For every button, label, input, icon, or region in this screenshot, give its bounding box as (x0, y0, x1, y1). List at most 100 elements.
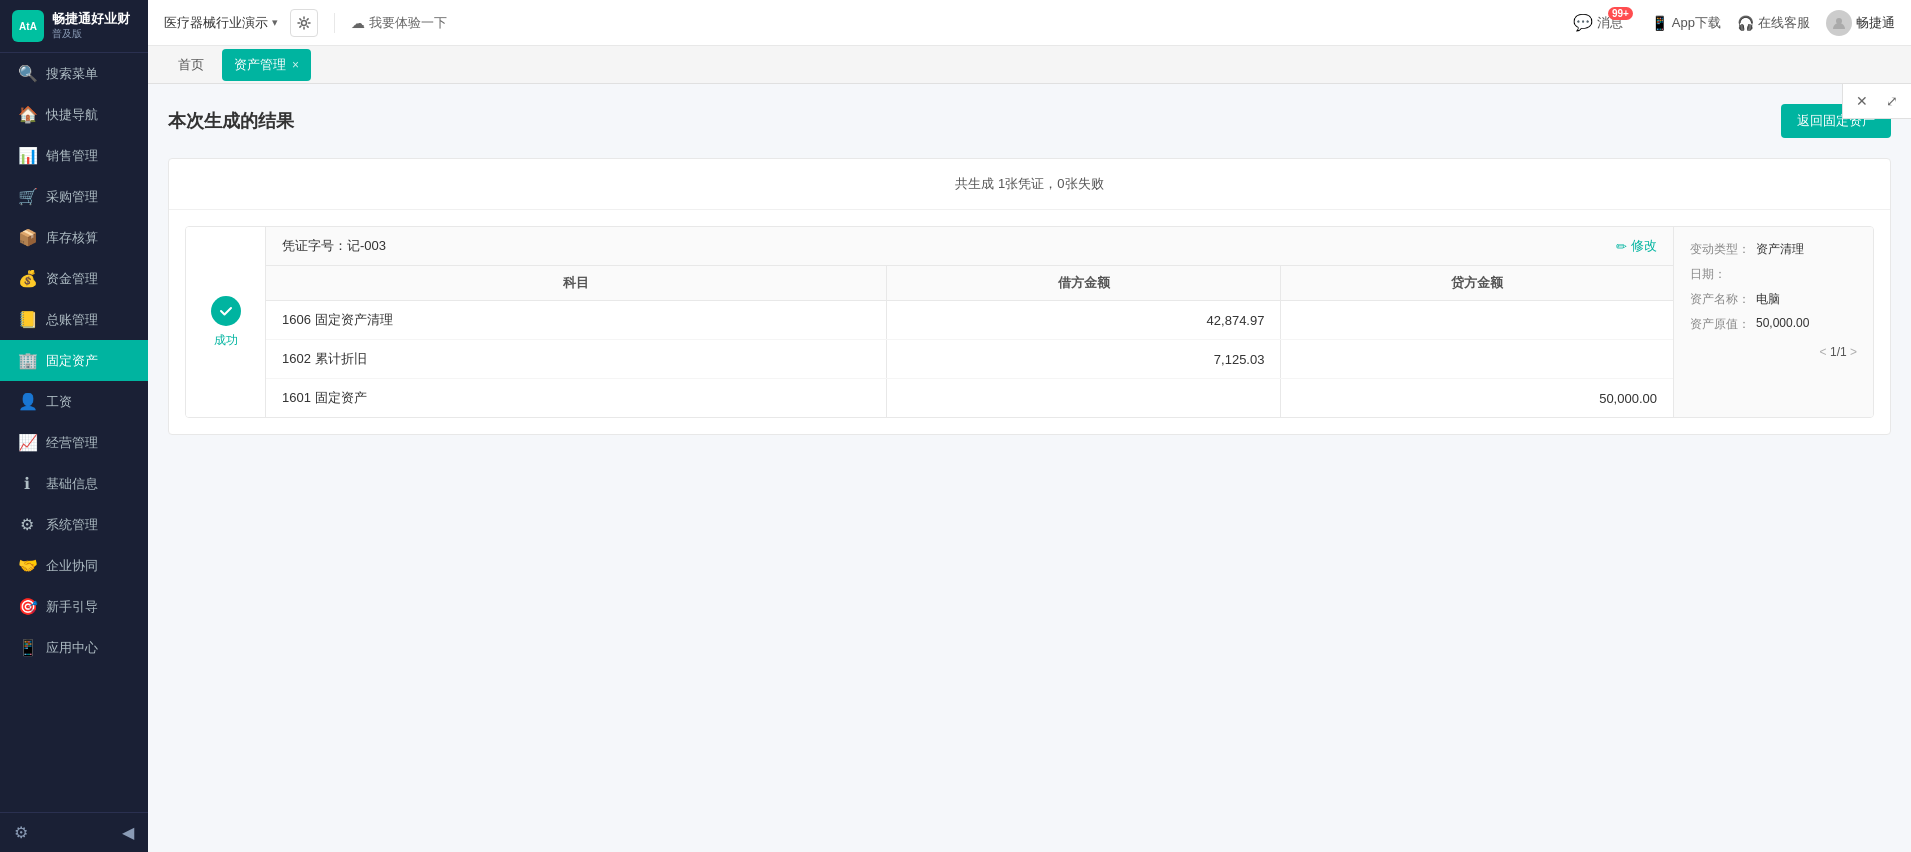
asset-name-label: 资产名称： (1690, 291, 1750, 308)
messages-button[interactable]: 💬 消息 99+ (1573, 13, 1623, 32)
system-icon: ⚙ (18, 515, 36, 534)
gear-icon (297, 16, 311, 30)
voucher-side-panel: 变动类型： 资产清理 日期： 资产名称： 电脑 资产原值： 50,000.00 (1673, 227, 1873, 417)
expand-panel-button[interactable]: ⤢ (1879, 88, 1905, 114)
sidebar-item-fixed-assets[interactable]: 🏢 固定资产 (0, 340, 148, 381)
sidebar-item-operations[interactable]: 📈 经营管理 (0, 422, 148, 463)
sidebar-label-ledger: 总账管理 (46, 311, 98, 329)
experience-button[interactable]: ☁ 我要体验一下 (351, 14, 447, 32)
change-type-value: 资产清理 (1756, 241, 1804, 258)
user-menu[interactable]: 畅捷通 (1826, 10, 1895, 36)
payroll-icon: 👤 (18, 392, 36, 411)
sidebar-item-quick-nav[interactable]: 🏠 快捷导航 (0, 94, 148, 135)
app-logo: AtA (12, 10, 44, 42)
base-info-icon: ℹ (18, 474, 36, 493)
user-name: 畅捷通 (1856, 14, 1895, 32)
apps-icon: 📱 (18, 638, 36, 657)
debit-2: 7,125.03 (887, 340, 1281, 379)
company-selector[interactable]: 医疗器械行业演示 ▾ (164, 14, 278, 32)
sidebar-label-fixed-assets: 固定资产 (46, 352, 98, 370)
sidebar-label-search: 搜索菜单 (46, 65, 98, 83)
app-download-icon: 📱 (1651, 15, 1668, 31)
change-type-label: 变动类型： (1690, 241, 1750, 258)
sidebar-footer: ⚙ ◀ (0, 812, 148, 852)
svg-point-0 (302, 20, 307, 25)
guide-icon: 🎯 (18, 597, 36, 616)
online-support-button[interactable]: 🎧 在线客服 (1737, 14, 1810, 32)
operations-icon: 📈 (18, 433, 36, 452)
sidebar-item-finance[interactable]: 💰 资金管理 (0, 258, 148, 299)
experience-label: 我要体验一下 (369, 14, 447, 32)
sidebar-label-system: 系统管理 (46, 516, 98, 534)
asset-value-value: 50,000.00 (1756, 316, 1809, 333)
sidebar-item-search[interactable]: 🔍 搜索菜单 (0, 53, 148, 94)
sidebar-label-payroll: 工资 (46, 393, 72, 411)
app-download-button[interactable]: 📱 App下载 (1651, 14, 1721, 32)
tab-close-icon[interactable]: × (292, 58, 299, 72)
search-icon: 🔍 (18, 64, 36, 83)
voucher-edit-button[interactable]: ✏ 修改 (1616, 237, 1657, 255)
tab-home[interactable]: 首页 (164, 49, 218, 81)
sidebar: AtA 畅捷通好业财 普及版 🔍 搜索菜单 🏠 快捷导航 📊 销售管理 🛒 采购… (0, 0, 148, 852)
finance-icon: 💰 (18, 269, 36, 288)
side-pagination: < 1/1 > (1690, 345, 1857, 359)
settings-footer-icon[interactable]: ⚙ (14, 823, 28, 842)
change-type-row: 变动类型： 资产清理 (1690, 241, 1857, 258)
home-icon: 🏠 (18, 105, 36, 124)
sidebar-item-enterprise[interactable]: 🤝 企业协同 (0, 545, 148, 586)
avatar (1826, 10, 1852, 36)
edit-label: 修改 (1631, 237, 1657, 255)
sidebar-item-apps[interactable]: 📱 应用中心 (0, 627, 148, 668)
messages-badge: 99+ (1608, 7, 1633, 20)
topbar: 医疗器械行业演示 ▾ ☁ 我要体验一下 💬 消息 99+ 📱 App下载 (148, 0, 1911, 46)
app-download-label: App下载 (1672, 14, 1721, 32)
voucher-table: 科目 借方金额 贷方金额 1606 固定资产清理 42,874.97 (266, 266, 1673, 417)
debit-3 (887, 379, 1281, 418)
col-credit: 贷方金额 (1281, 266, 1673, 301)
page-header: 本次生成的结果 返回固定资产 (168, 104, 1891, 138)
next-page-icon[interactable]: > (1850, 345, 1857, 359)
experience-icon: ☁ (351, 15, 365, 31)
close-panel-button[interactable]: ✕ (1849, 88, 1875, 114)
table-row: 1606 固定资产清理 42,874.97 (266, 301, 1673, 340)
sidebar-header: AtA 畅捷通好业财 普及版 (0, 0, 148, 53)
col-debit: 借方金额 (887, 266, 1281, 301)
date-row: 日期： (1690, 266, 1857, 283)
ledger-icon: 📒 (18, 310, 36, 329)
company-dropdown-icon: ▾ (272, 16, 278, 29)
sidebar-item-base-info[interactable]: ℹ 基础信息 (0, 463, 148, 504)
table-row: 1602 累计折旧 7,125.03 (266, 340, 1673, 379)
page-title: 本次生成的结果 (168, 109, 294, 133)
sidebar-item-system[interactable]: ⚙ 系统管理 (0, 504, 148, 545)
topbar-right: 💬 消息 99+ 📱 App下载 🎧 在线客服 畅捷通 (1573, 10, 1895, 36)
sidebar-item-guide[interactable]: 🎯 新手引导 (0, 586, 148, 627)
sales-icon: 📊 (18, 146, 36, 165)
voucher-block: 成功 凭证字号：记-003 ✏ 修改 科目 (185, 226, 1874, 418)
online-support-label: 在线客服 (1758, 14, 1810, 32)
sidebar-nav: 🔍 搜索菜单 🏠 快捷导航 📊 销售管理 🛒 采购管理 📦 库存核算 💰 资金管… (0, 53, 148, 812)
purchase-icon: 🛒 (18, 187, 36, 206)
tab-assets-management[interactable]: 资产管理 × (222, 49, 311, 81)
fixed-assets-icon: 🏢 (18, 351, 36, 370)
success-indicator: 成功 (186, 227, 266, 417)
col-subject: 科目 (266, 266, 887, 301)
sidebar-label-apps: 应用中心 (46, 639, 98, 657)
sidebar-item-purchase[interactable]: 🛒 采购管理 (0, 176, 148, 217)
tab-assets-label: 资产管理 (234, 56, 286, 74)
date-label: 日期： (1690, 266, 1726, 283)
company-name: 医疗器械行业演示 (164, 14, 268, 32)
sidebar-item-payroll[interactable]: 👤 工资 (0, 381, 148, 422)
prev-page-icon[interactable]: < (1820, 345, 1827, 359)
avatar-icon (1831, 15, 1847, 31)
topbar-settings-button[interactable] (290, 9, 318, 37)
collapse-button[interactable]: ◀ (122, 823, 134, 842)
check-icon (218, 303, 234, 319)
support-icon: 🎧 (1737, 15, 1754, 31)
tab-home-label: 首页 (178, 56, 204, 74)
app-title: 畅捷通好业财 (52, 11, 130, 28)
success-circle (211, 296, 241, 326)
sidebar-item-ledger[interactable]: 📒 总账管理 (0, 299, 148, 340)
voucher-main: 凭证字号：记-003 ✏ 修改 科目 借方金额 贷方金额 (266, 227, 1673, 417)
sidebar-item-sales[interactable]: 📊 销售管理 (0, 135, 148, 176)
sidebar-item-inventory[interactable]: 📦 库存核算 (0, 217, 148, 258)
